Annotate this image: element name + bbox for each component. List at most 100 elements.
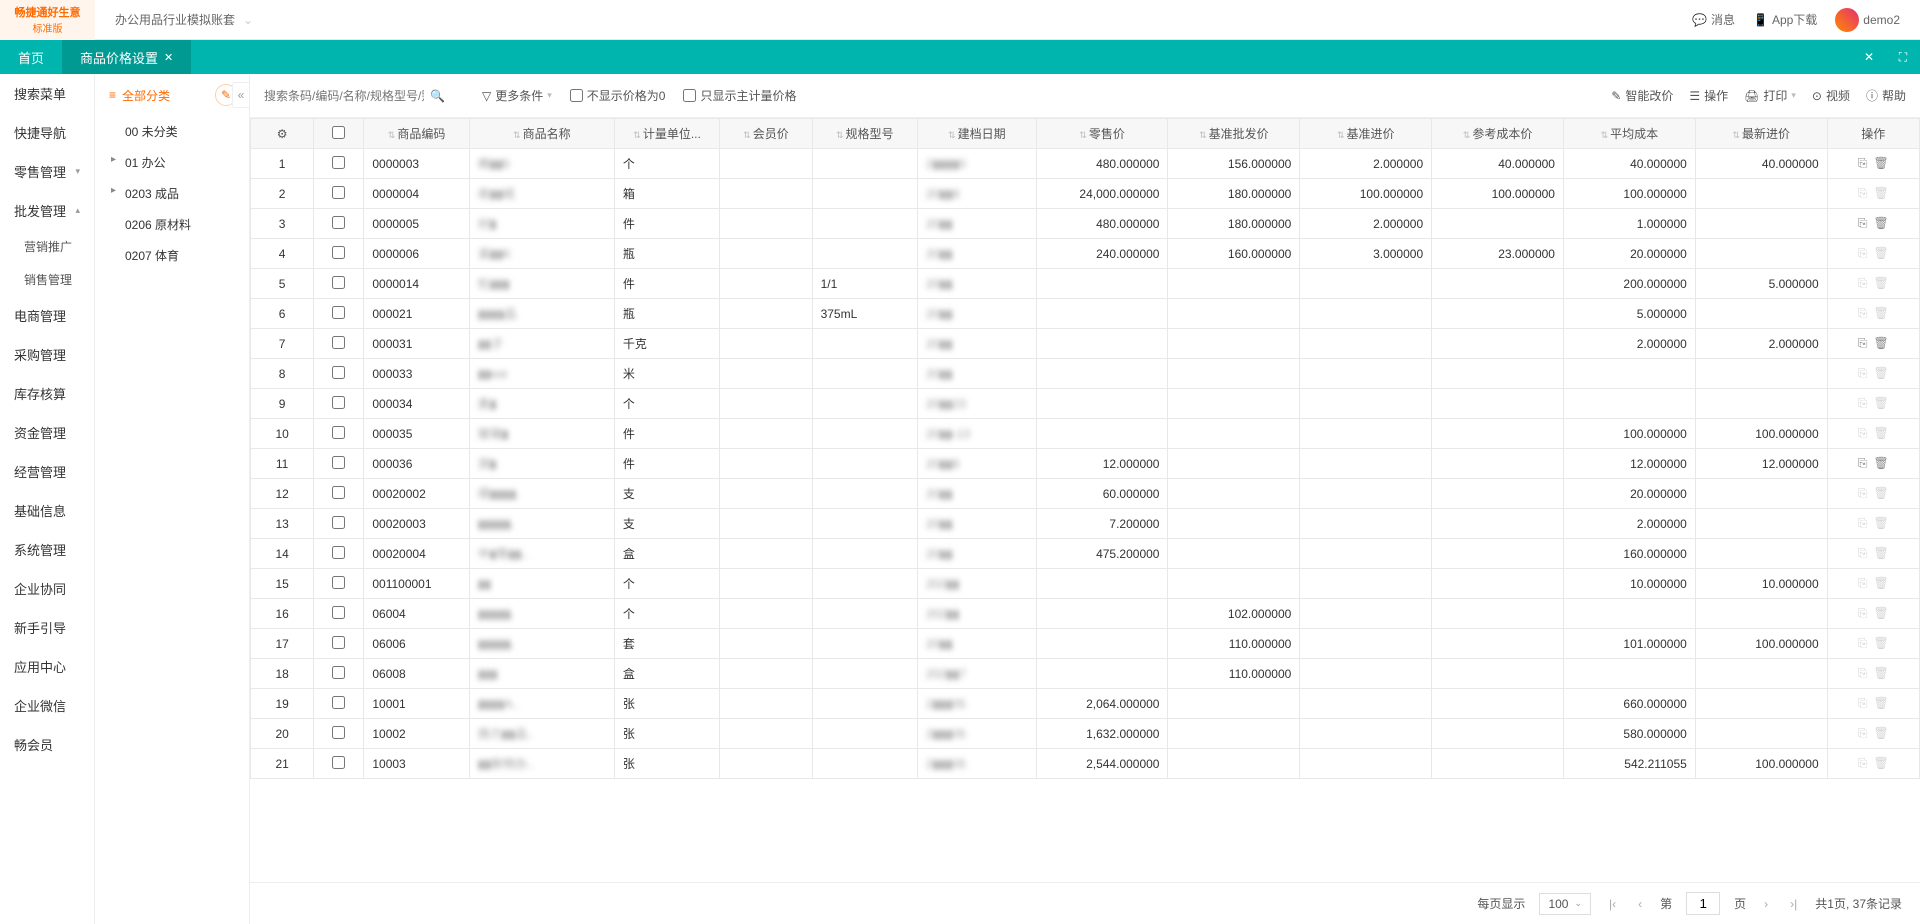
delete-icon[interactable]: 🗑: [1874, 486, 1889, 501]
row-checkbox[interactable]: [332, 726, 345, 739]
close-icon[interactable]: ✕: [164, 51, 173, 64]
row-checkbox[interactable]: [332, 456, 345, 469]
sidebar-item[interactable]: 快捷导航: [0, 113, 94, 152]
row-checkbox[interactable]: [332, 156, 345, 169]
column-header[interactable]: ⇅会员价: [720, 119, 812, 149]
user-menu[interactable]: demo2: [1835, 8, 1900, 32]
copy-icon[interactable]: ⎘: [1858, 726, 1868, 741]
sidebar-item[interactable]: 库存核算: [0, 374, 94, 413]
row-checkbox[interactable]: [332, 426, 345, 439]
column-header[interactable]: ⇅商品名称: [469, 119, 614, 149]
column-header[interactable]: ⇅基准进价: [1300, 119, 1432, 149]
copy-icon[interactable]: ⎘: [1858, 576, 1868, 591]
delete-icon[interactable]: 🗑: [1874, 216, 1889, 231]
copy-icon[interactable]: ⎘: [1858, 276, 1868, 291]
hide-zero-input[interactable]: [570, 89, 583, 102]
account-set-selector[interactable]: 办公用品行业模拟账套 ⌄: [115, 11, 253, 28]
column-header[interactable]: ⇅参考成本价: [1432, 119, 1564, 149]
column-header[interactable]: [314, 119, 364, 149]
copy-icon[interactable]: ⎘: [1858, 546, 1868, 561]
tab-home[interactable]: 首页: [0, 40, 62, 74]
copy-icon[interactable]: ⎘: [1858, 666, 1868, 681]
delete-icon[interactable]: 🗑: [1874, 456, 1889, 471]
sidebar-item[interactable]: 零售管理▾: [0, 152, 94, 191]
delete-icon[interactable]: 🗑: [1874, 666, 1889, 681]
last-page-button[interactable]: ›|: [1786, 897, 1801, 911]
sidebar-item[interactable]: 资金管理: [0, 413, 94, 452]
sidebar-item[interactable]: 搜索菜单: [0, 74, 94, 113]
copy-icon[interactable]: ⎘: [1858, 606, 1868, 621]
row-checkbox[interactable]: [332, 486, 345, 499]
sidebar-subitem[interactable]: 营销推广: [0, 230, 94, 263]
table-row[interactable]: 50000014杜▮▮▮件1/120▮▮200.0000005.000000⎘🗑: [251, 269, 1920, 299]
delete-icon[interactable]: 🗑: [1874, 306, 1889, 321]
sidebar-item[interactable]: 经营管理: [0, 452, 94, 491]
tree-item[interactable]: 0203 成品: [95, 178, 249, 209]
tab-close-button[interactable]: ✕: [1852, 40, 1886, 74]
tree-item[interactable]: 0207 体育: [95, 240, 249, 271]
sidebar-subitem[interactable]: 销售管理: [0, 263, 94, 296]
select-all-checkbox[interactable]: [332, 126, 345, 139]
table-row[interactable]: 9000034奥▮个20▮▮23⎘🗑: [251, 389, 1920, 419]
delete-icon[interactable]: 🗑: [1874, 606, 1889, 621]
sidebar-item[interactable]: 采购管理: [0, 335, 94, 374]
row-checkbox[interactable]: [332, 696, 345, 709]
table-row[interactable]: 1400020004中▮等▮▮..盒20▮▮475.200000160.0000…: [251, 539, 1920, 569]
column-header[interactable]: ⇅最新进价: [1695, 119, 1827, 149]
row-checkbox[interactable]: [332, 246, 345, 259]
search-icon[interactable]: 🔍: [430, 89, 445, 103]
column-header[interactable]: ⇅零售价: [1036, 119, 1168, 149]
sidebar-item[interactable]: 批发管理▴: [0, 191, 94, 230]
column-header[interactable]: ⚙: [251, 119, 314, 149]
fullscreen-button[interactable]: ⛶: [1886, 40, 1920, 74]
only-main-unit-checkbox[interactable]: 只显示主计量价格: [683, 87, 796, 104]
search-input[interactable]: [264, 89, 424, 103]
copy-icon[interactable]: ⎘: [1858, 366, 1868, 381]
tree-item[interactable]: 00 未分类: [95, 116, 249, 147]
copy-icon[interactable]: ⎘: [1858, 216, 1868, 231]
column-header[interactable]: ⇅商品编码: [364, 119, 469, 149]
sidebar-item[interactable]: 新手引导: [0, 608, 94, 647]
table-row[interactable]: 10000003棉▮▮5个2▮▮▮▮0480.000000156.0000002…: [251, 149, 1920, 179]
help-button[interactable]: ⓘ帮助: [1866, 87, 1906, 104]
copy-icon[interactable]: ⎘: [1858, 306, 1868, 321]
table-row[interactable]: 11000036测▮件20▮▮812.00000012.00000012.000…: [251, 449, 1920, 479]
table-row[interactable]: 1910001▮▮▮▮A..张2▮▮▮052,064.000000660.000…: [251, 689, 1920, 719]
page-number-input[interactable]: [1686, 892, 1720, 915]
delete-icon[interactable]: 🗑: [1874, 576, 1889, 591]
row-checkbox[interactable]: [332, 276, 345, 289]
table-row[interactable]: 40000006滚▮▮K瓶20▮▮240.000000160.0000003.0…: [251, 239, 1920, 269]
delete-icon[interactable]: 🗑: [1874, 336, 1889, 351]
row-checkbox[interactable]: [332, 546, 345, 559]
delete-icon[interactable]: 🗑: [1874, 276, 1889, 291]
sidebar-item[interactable]: 电商管理: [0, 296, 94, 335]
copy-icon[interactable]: ⎘: [1858, 246, 1868, 261]
table-row[interactable]: 20000004收▮▮纸箱20▮▮824,000.000000180.00000…: [251, 179, 1920, 209]
operate-button[interactable]: ☰操作: [1689, 87, 1728, 104]
page-size-selector[interactable]: 100 ⌄: [1539, 893, 1591, 915]
sidebar-item[interactable]: 企业微信: [0, 686, 94, 725]
table-row[interactable]: 1200020002得▮▮▮▮.支20▮▮60.00000020.000000⎘…: [251, 479, 1920, 509]
row-checkbox[interactable]: [332, 336, 345, 349]
tree-item[interactable]: 01 办公: [95, 147, 249, 178]
sidebar-item[interactable]: 畅会员: [0, 725, 94, 764]
tree-item[interactable]: 0206 原材料: [95, 209, 249, 240]
row-checkbox[interactable]: [332, 606, 345, 619]
sidebar-item[interactable]: 系统管理: [0, 530, 94, 569]
row-checkbox[interactable]: [332, 396, 345, 409]
video-button[interactable]: ⊙视频: [1812, 87, 1850, 104]
copy-icon[interactable]: ⎘: [1858, 516, 1868, 531]
row-checkbox[interactable]: [332, 516, 345, 529]
row-checkbox[interactable]: [332, 756, 345, 769]
copy-icon[interactable]: ⎘: [1858, 696, 1868, 711]
tab-price-setting[interactable]: 商品价格设置 ✕: [62, 40, 191, 74]
delete-icon[interactable]: 🗑: [1874, 246, 1889, 261]
copy-icon[interactable]: ⎘: [1858, 456, 1868, 471]
print-button[interactable]: 🖨打印▾: [1744, 87, 1796, 104]
row-checkbox[interactable]: [332, 306, 345, 319]
table-row[interactable]: 8000033▮▮est米20▮▮⎘🗑: [251, 359, 1920, 389]
delete-icon[interactable]: 🗑: [1874, 186, 1889, 201]
copy-icon[interactable]: ⎘: [1858, 426, 1868, 441]
column-header[interactable]: ⇅建档日期: [918, 119, 1037, 149]
column-header[interactable]: ⇅平均成本: [1563, 119, 1695, 149]
